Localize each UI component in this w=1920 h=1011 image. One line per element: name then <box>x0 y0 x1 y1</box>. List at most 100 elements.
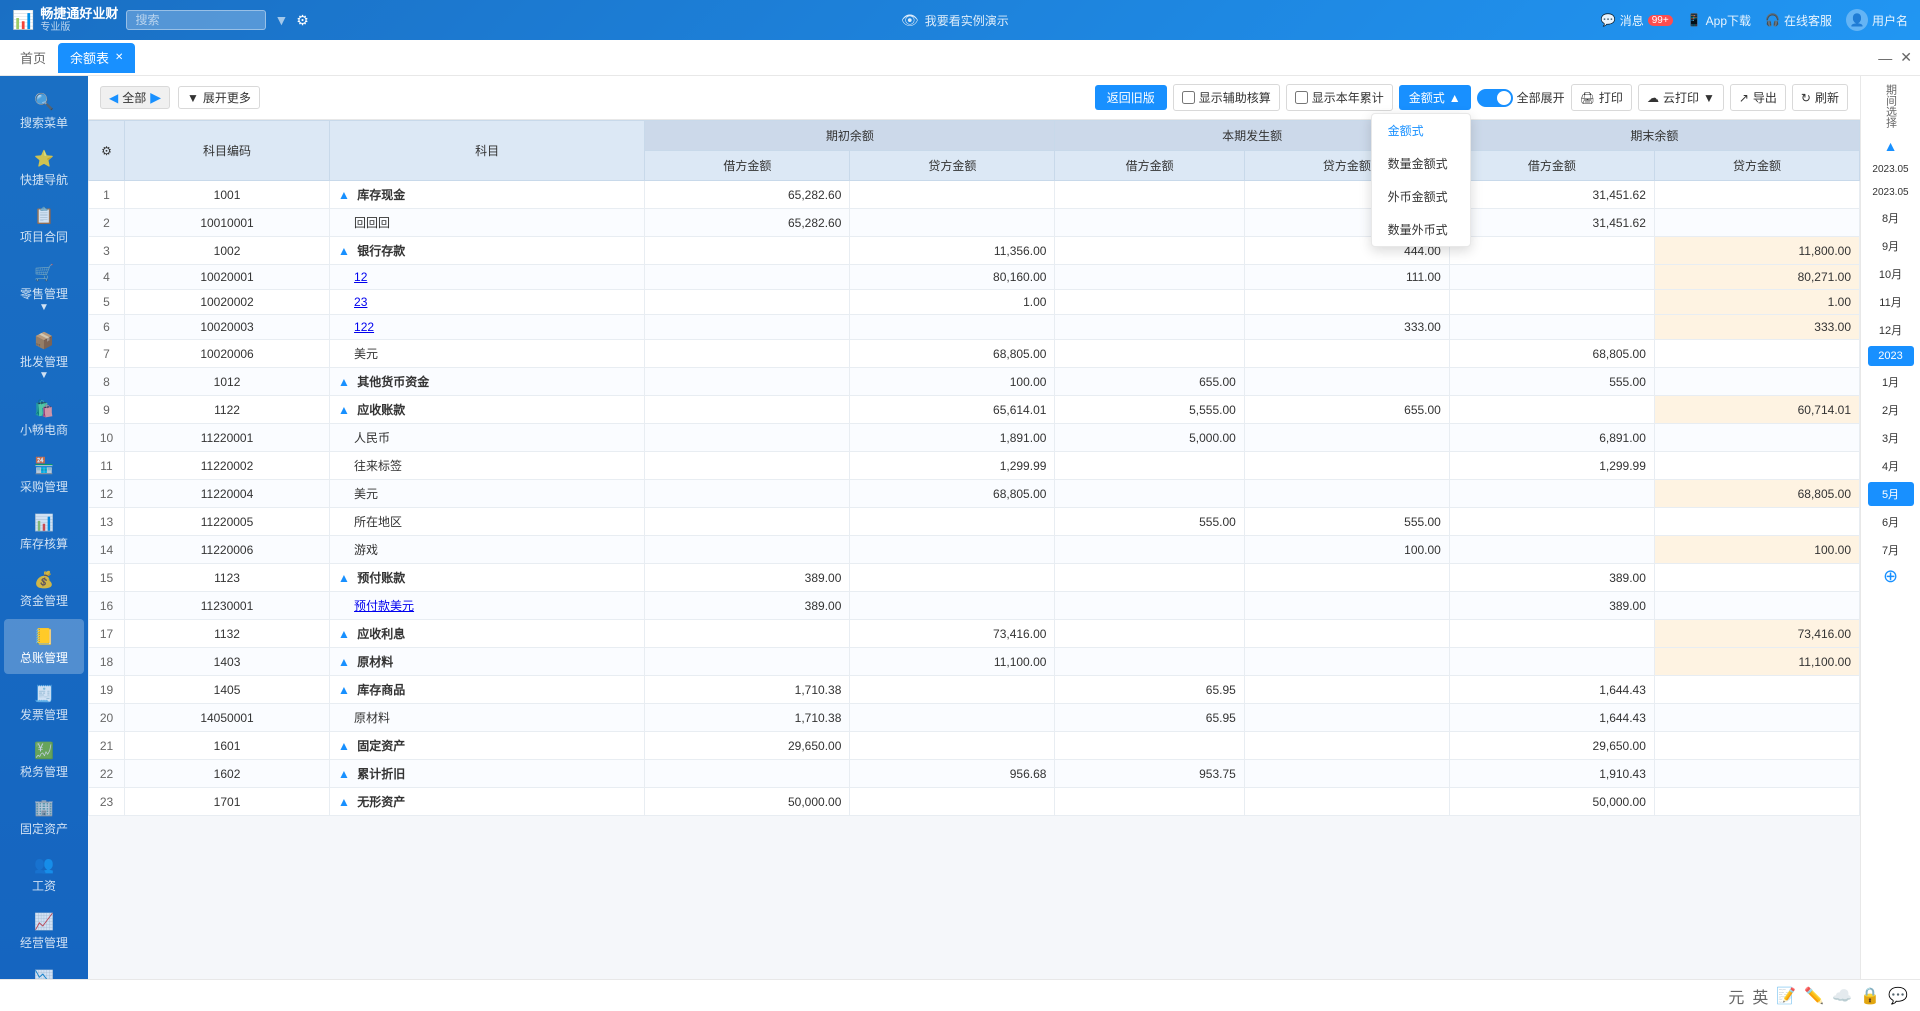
sidebar-assets-label: 固定资产 <box>8 820 80 837</box>
dropdown-item-jine[interactable]: 金额式 <box>1372 114 1470 147</box>
account-name-cell[interactable]: 12 <box>330 265 645 290</box>
dropdown-item-shuliang-jine[interactable]: 数量金额式 <box>1372 147 1470 180</box>
amount-cell: 80,160.00 <box>850 265 1055 290</box>
row-number: 22 <box>89 760 125 788</box>
sidebar-item-ecommerce[interactable]: 🛍️ 小畅电商 <box>4 391 84 446</box>
settings-col-icon[interactable]: ⚙ <box>101 144 112 158</box>
tab-balance-sheet[interactable]: 余额表 ✕ <box>58 43 135 73</box>
return-old-btn[interactable]: 返回旧版 <box>1095 85 1167 110</box>
amount-cell: 60,714.01 <box>1654 396 1859 424</box>
account-name-cell[interactable]: 23 <box>330 290 645 315</box>
settings-col-header[interactable]: ⚙ <box>89 121 125 181</box>
lock-icon[interactable]: 🔒 <box>1860 986 1880 1006</box>
sidebar-item-salary[interactable]: 👥 工资 <box>4 847 84 902</box>
online-service-btn[interactable]: 🎧 在线客服 <box>1765 12 1832 29</box>
sidebar-item-tax[interactable]: 💹 税务管理 <box>4 733 84 788</box>
sidebar-item-search[interactable]: 🔍 搜索菜单 <box>4 84 84 139</box>
show-auxiliary-check[interactable]: 显示辅助核算 <box>1173 84 1280 111</box>
lang-icon[interactable]: 英 <box>1752 984 1768 1008</box>
mode-dropdown-btn[interactable]: 金额式 ▲ <box>1399 85 1471 110</box>
table-row: 710020006美元68,805.0068,805.00 <box>89 340 1860 368</box>
breadcrumb-right-icon[interactable]: ▶ <box>150 89 161 106</box>
pencil-icon[interactable]: ✏️ <box>1804 986 1824 1006</box>
expand-all-toggle[interactable] <box>1477 89 1513 107</box>
period-2023-05[interactable]: 2023.05 <box>1868 183 1914 202</box>
amount-cell <box>1055 564 1244 592</box>
account-name-cell[interactable]: 预付款美元 <box>330 592 645 620</box>
expand-more-btn[interactable]: ▼ 展开更多 <box>178 86 260 109</box>
search-dropdown-icon[interactable]: ▼ <box>274 12 288 28</box>
period-2022-05[interactable]: 2023.05 <box>1868 160 1914 179</box>
content-area: ◀ 全部 ▶ ▼ 展开更多 返回旧版 显示辅助核算 显示本年累计 <box>88 76 1860 979</box>
breadcrumb-all-btn[interactable]: ◀ 全部 ▶ <box>100 86 170 109</box>
row-number: 18 <box>89 648 125 676</box>
cloud-save-icon[interactable]: ☁️ <box>1832 986 1852 1006</box>
tab-minimize-btn[interactable]: — <box>1878 50 1892 66</box>
sidebar-item-inventory[interactable]: 📊 库存核算 <box>4 505 84 560</box>
app-download-btn[interactable]: 📱 App下载 <box>1687 12 1751 29</box>
amount-cell: 100.00 <box>1244 536 1449 564</box>
dropdown-item-shuliang-waibi[interactable]: 数量外币式 <box>1372 213 1470 246</box>
period-1[interactable]: 1月 <box>1868 370 1914 394</box>
amount-cell: 555.00 <box>1244 508 1449 536</box>
refresh-icon: ↻ <box>1801 91 1811 105</box>
period-7[interactable]: 7月 <box>1868 538 1914 562</box>
retail-icon: 🛒 <box>8 263 80 283</box>
period-3[interactable]: 3月 <box>1868 426 1914 450</box>
period-2023[interactable]: 2023 <box>1868 346 1914 366</box>
period-9[interactable]: 9月 <box>1868 234 1914 258</box>
year-cumulative-checkbox[interactable] <box>1295 91 1308 104</box>
period-11[interactable]: 11月 <box>1868 290 1914 314</box>
sidebar-item-retail[interactable]: 🛒 零售管理 ▼ <box>4 255 84 321</box>
row-number: 1 <box>89 181 125 209</box>
sidebar-item-wholesale[interactable]: 📦 批发管理 ▼ <box>4 323 84 389</box>
sidebar-item-assets[interactable]: 🏢 固定资产 <box>4 790 84 845</box>
demo-label[interactable]: 我要看实例演示 <box>925 12 1009 29</box>
period-10[interactable]: 10月 <box>1868 262 1914 286</box>
period-8[interactable]: 8月 <box>1868 206 1914 230</box>
user-avatar[interactable]: 👤 用户名 <box>1846 9 1908 31</box>
dropdown-item-waibi-jine[interactable]: 外币金额式 <box>1372 180 1470 213</box>
period-2[interactable]: 2月 <box>1868 398 1914 422</box>
tab-close-btn[interactable]: ✕ <box>1900 49 1912 66</box>
sidebar-item-management[interactable]: 📈 经营管理 <box>4 904 84 959</box>
sidebar-item-ledger[interactable]: 📒 总账管理 <box>4 619 84 674</box>
cloud-print-btn[interactable]: ☁ 云打印 ▼ <box>1638 84 1724 111</box>
sidebar-item-purchase[interactable]: 🏪 采购管理 <box>4 448 84 503</box>
sidebar-invoice-label: 发票管理 <box>8 706 80 723</box>
tab-close-icon[interactable]: ✕ <box>115 52 123 63</box>
period-6[interactable]: 6月 <box>1868 510 1914 534</box>
message-btn[interactable]: 💬 消息 99+ <box>1601 12 1673 29</box>
edit-icon[interactable]: 📝 <box>1776 986 1796 1006</box>
current-debit-header: 借方金额 <box>1055 151 1244 181</box>
online-service-label: 在线客服 <box>1784 12 1832 29</box>
refresh-btn[interactable]: ↻ 刷新 <box>1792 84 1848 111</box>
sidebar-item-project[interactable]: 📋 项目合同 <box>4 198 84 253</box>
amount-cell <box>645 536 850 564</box>
period-12[interactable]: 12月 <box>1868 318 1914 342</box>
amount-cell: 1.00 <box>850 290 1055 315</box>
sidebar-item-quick-nav[interactable]: ⭐ 快捷导航 <box>4 141 84 196</box>
period-expand-btn[interactable]: ⊕ <box>1883 566 1898 587</box>
account-name-cell[interactable]: 122 <box>330 315 645 340</box>
yuan-icon[interactable]: 元 <box>1728 984 1744 1008</box>
show-year-cumulative-check[interactable]: 显示本年累计 <box>1286 84 1393 111</box>
export-btn[interactable]: ↗ 导出 <box>1730 84 1786 111</box>
sidebar-item-invoice[interactable]: 🧾 发票管理 <box>4 676 84 731</box>
right-panel: 期间选择 ▲ 2023.05 2023.05 8月 9月 10月 11月 12月… <box>1860 76 1920 979</box>
amount-cell: 100.00 <box>1654 536 1859 564</box>
chat-icon[interactable]: 💬 <box>1888 986 1908 1006</box>
period-up-arrow[interactable]: ▲ <box>1882 136 1900 156</box>
header-center: 👁 我要看实例演示 <box>901 12 1009 29</box>
sidebar-item-expense[interactable]: 📉 小畅报销 <box>4 961 84 979</box>
top-search-input[interactable] <box>126 10 266 30</box>
auxiliary-checkbox[interactable] <box>1182 91 1195 104</box>
period-5[interactable]: 5月 <box>1868 482 1914 506</box>
sidebar-item-finance[interactable]: 💰 资金管理 <box>4 562 84 617</box>
settings-icon[interactable]: ⚙ <box>296 12 309 29</box>
sidebar-project-label: 项目合同 <box>8 228 80 245</box>
tab-home[interactable]: 首页 <box>8 43 58 73</box>
period-4[interactable]: 4月 <box>1868 454 1914 478</box>
amount-cell <box>1055 340 1244 368</box>
print-btn[interactable]: 🖨 打印 <box>1571 84 1632 111</box>
